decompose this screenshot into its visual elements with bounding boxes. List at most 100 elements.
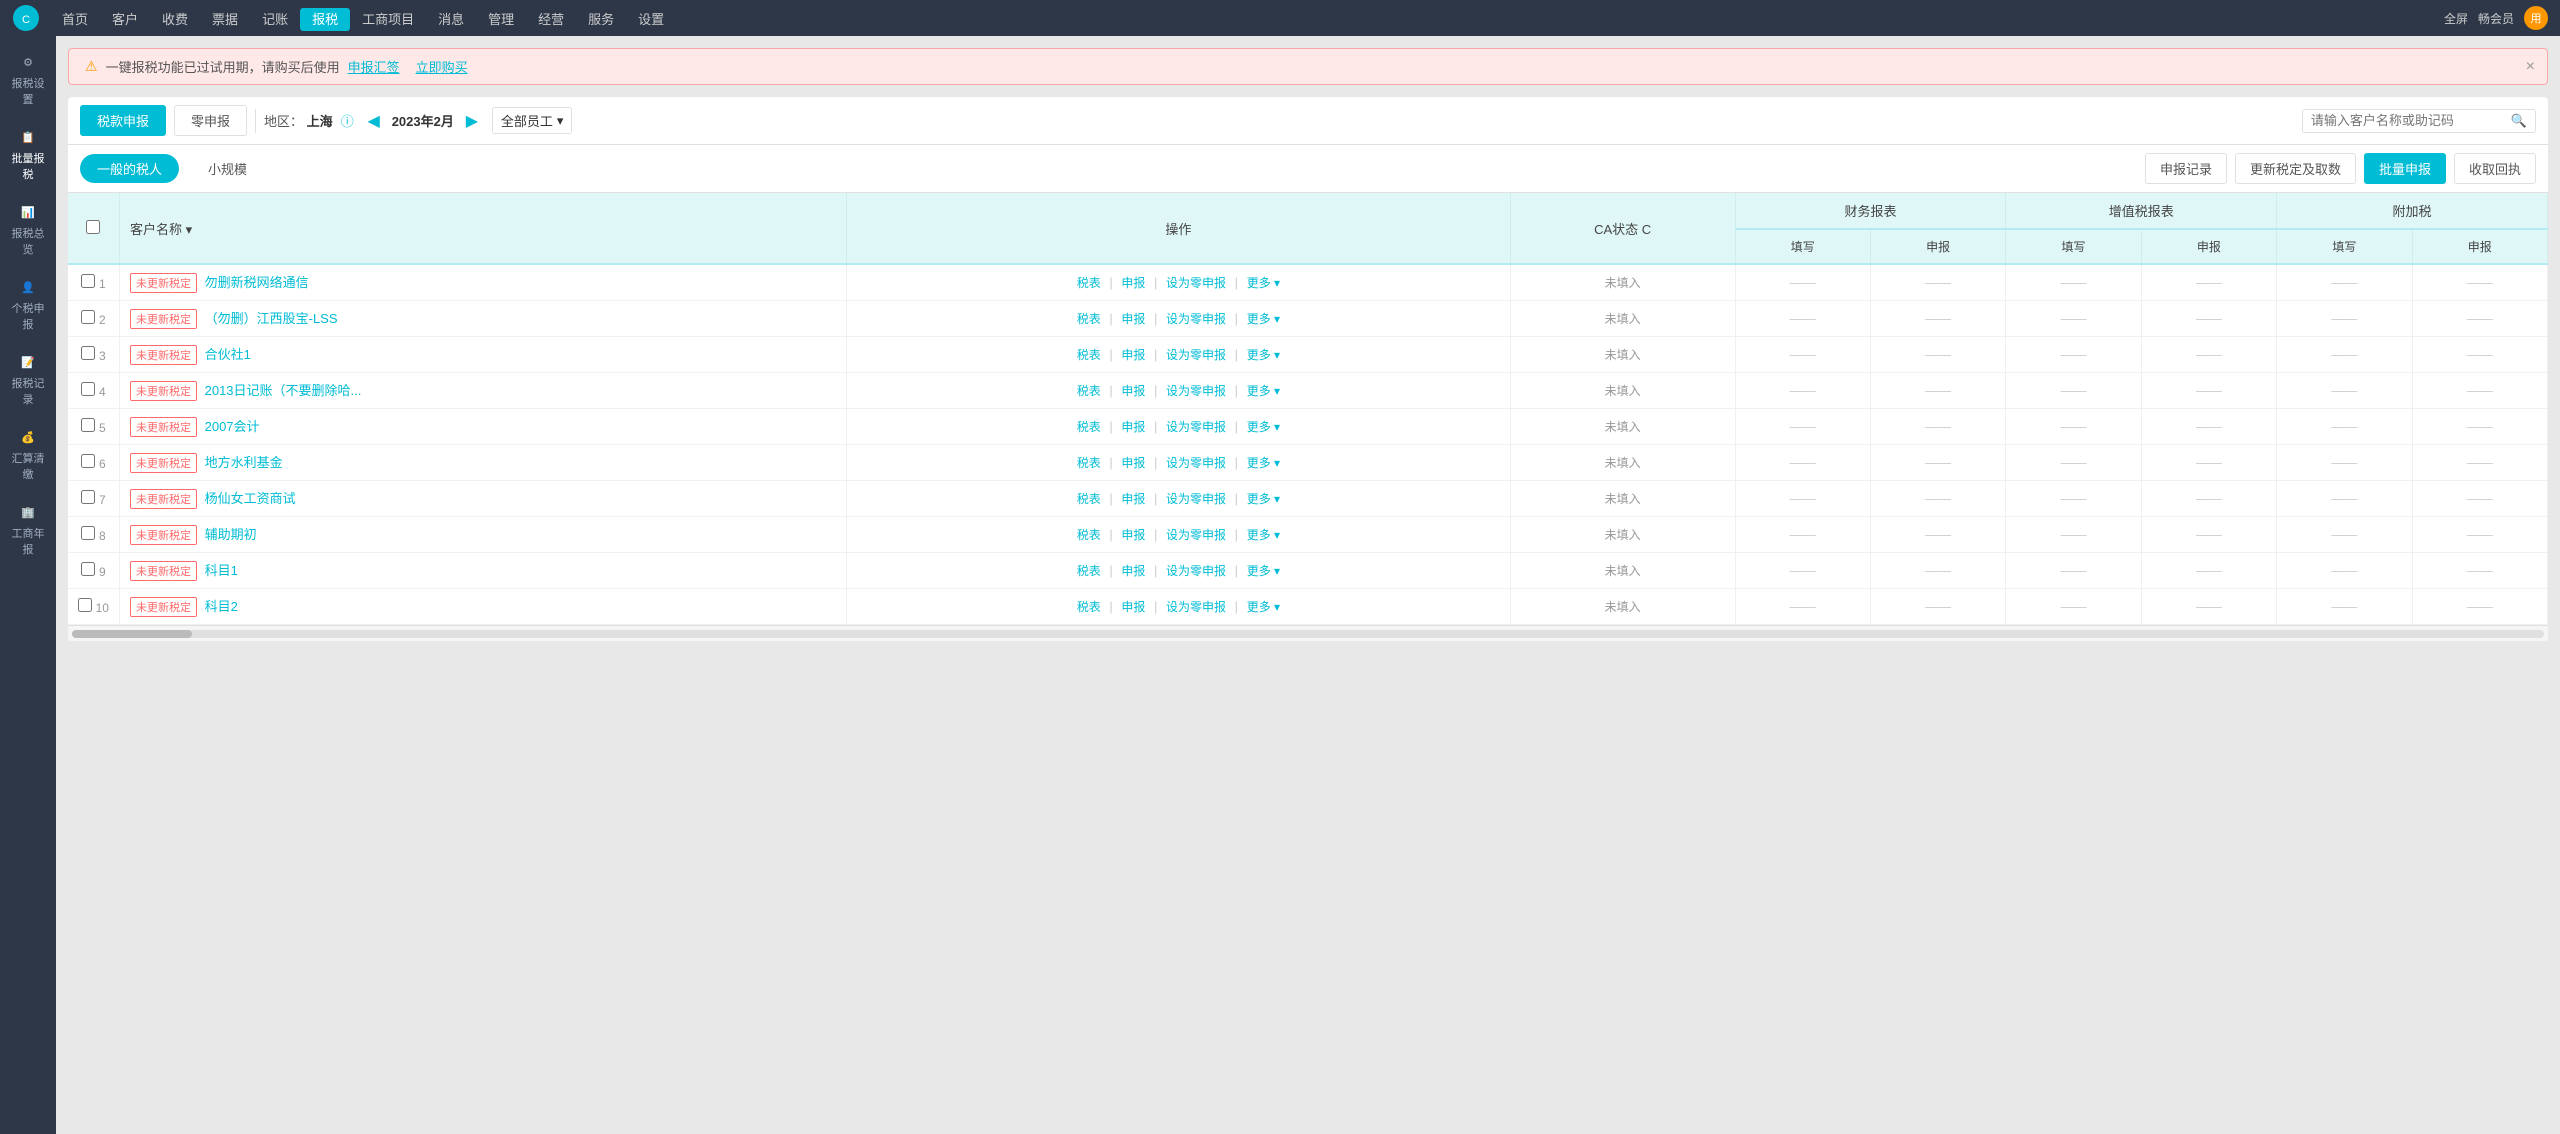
op-taxtable-1[interactable]: 税表: [1077, 276, 1101, 290]
op-more-2[interactable]: 更多 ▾: [1247, 312, 1280, 326]
sub-tab-general[interactable]: 一般的税人: [80, 154, 179, 183]
nav-item-服务[interactable]: 服务: [576, 8, 626, 31]
op-taxtable-9[interactable]: 税表: [1077, 564, 1101, 578]
op-setzero-9[interactable]: 设为零申报: [1166, 564, 1226, 578]
op-more-9[interactable]: 更多 ▾: [1247, 564, 1280, 578]
sidebar-item-0[interactable]: ⚙ 报税设置: [3, 44, 53, 115]
row-check-9[interactable]: [81, 562, 95, 576]
sub-tab-small[interactable]: 小规模: [191, 154, 264, 183]
client-name-1[interactable]: 勿删新税网络通信: [205, 275, 309, 290]
row-check-1[interactable]: [81, 274, 95, 288]
nav-item-报税[interactable]: 报税: [300, 8, 350, 31]
nav-item-管理[interactable]: 管理: [476, 8, 526, 31]
client-name-7[interactable]: 杨仙女工资商试: [205, 491, 296, 506]
op-setzero-4[interactable]: 设为零申报: [1166, 384, 1226, 398]
update-tax-btn[interactable]: 更新税定及取数: [2235, 153, 2356, 184]
op-report-5[interactable]: 申报: [1121, 420, 1145, 434]
sidebar-item-3[interactable]: 👤 个税申报: [3, 269, 53, 340]
op-setzero-8[interactable]: 设为零申报: [1166, 528, 1226, 542]
sidebar-item-4[interactable]: 📝 报税记录: [3, 344, 53, 415]
op-more-6[interactable]: 更多 ▾: [1247, 456, 1280, 470]
select-all-checkbox[interactable]: [86, 220, 100, 234]
op-report-10[interactable]: 申报: [1121, 600, 1145, 614]
row-check-2[interactable]: [81, 310, 95, 324]
search-input[interactable]: [2311, 113, 2511, 128]
op-report-8[interactable]: 申报: [1121, 528, 1145, 542]
op-more-1[interactable]: 更多 ▾: [1247, 276, 1280, 290]
op-taxtable-4[interactable]: 税表: [1077, 384, 1101, 398]
nav-item-设置[interactable]: 设置: [626, 8, 676, 31]
date-prev-btn[interactable]: ◀: [362, 109, 386, 133]
notice-close-btn[interactable]: ×: [2526, 58, 2535, 76]
client-name-10[interactable]: 科目2: [205, 599, 238, 614]
nav-item-经营[interactable]: 经营: [526, 8, 576, 31]
nav-item-工商项目[interactable]: 工商项目: [350, 8, 426, 31]
op-report-4[interactable]: 申报: [1121, 384, 1145, 398]
nav-item-票据[interactable]: 票据: [200, 8, 250, 31]
nav-item-消息[interactable]: 消息: [426, 8, 476, 31]
op-taxtable-8[interactable]: 税表: [1077, 528, 1101, 542]
op-taxtable-3[interactable]: 税表: [1077, 348, 1101, 362]
op-setzero-10[interactable]: 设为零申报: [1166, 600, 1226, 614]
op-report-3[interactable]: 申报: [1121, 348, 1145, 362]
tab-tax-declare[interactable]: 税款申报: [80, 105, 166, 136]
row-check-3[interactable]: [81, 346, 95, 360]
nav-item-收费[interactable]: 收费: [150, 8, 200, 31]
tab-zero-declare[interactable]: 零申报: [174, 105, 247, 136]
nav-item-首页[interactable]: 首页: [50, 8, 100, 31]
op-setzero-6[interactable]: 设为零申报: [1166, 456, 1226, 470]
client-name-4[interactable]: 2013日记账（不要删除哈...: [205, 383, 362, 398]
op-report-1[interactable]: 申报: [1121, 276, 1145, 290]
op-more-7[interactable]: 更多 ▾: [1247, 492, 1280, 506]
op-setzero-2[interactable]: 设为零申报: [1166, 312, 1226, 326]
client-name-6[interactable]: 地方水利基金: [205, 455, 283, 470]
client-name-5[interactable]: 2007会计: [205, 419, 260, 434]
client-name-8[interactable]: 辅助期初: [205, 527, 257, 542]
client-name-2[interactable]: （勿删）江西股宝-LSS: [205, 311, 338, 326]
sidebar-item-6[interactable]: 🏢 工商年报: [3, 494, 53, 565]
date-next-btn[interactable]: ▶: [460, 109, 484, 133]
client-name-3[interactable]: 合伙社1: [205, 347, 251, 362]
row-check-5[interactable]: [81, 418, 95, 432]
op-more-3[interactable]: 更多 ▾: [1247, 348, 1280, 362]
op-report-7[interactable]: 申报: [1121, 492, 1145, 506]
row-check-4[interactable]: [81, 382, 95, 396]
op-taxtable-5[interactable]: 税表: [1077, 420, 1101, 434]
op-setzero-1[interactable]: 设为零申报: [1166, 276, 1226, 290]
declare-record-btn[interactable]: 申报记录: [2145, 153, 2227, 184]
row-check-7[interactable]: [81, 490, 95, 504]
scroll-thumb[interactable]: [72, 630, 192, 638]
region-info-icon[interactable]: ⓘ: [341, 111, 354, 130]
op-more-5[interactable]: 更多 ▾: [1247, 420, 1280, 434]
sidebar-item-1[interactable]: 📋 批量报税: [3, 119, 53, 190]
op-taxtable-10[interactable]: 税表: [1077, 600, 1101, 614]
op-report-6[interactable]: 申报: [1121, 456, 1145, 470]
notice-link1[interactable]: 申报汇签: [348, 57, 400, 76]
op-taxtable-6[interactable]: 税表: [1077, 456, 1101, 470]
op-taxtable-2[interactable]: 税表: [1077, 312, 1101, 326]
row-check-6[interactable]: [81, 454, 95, 468]
batch-declare-btn[interactable]: 批量申报: [2364, 153, 2446, 184]
row-check-8[interactable]: [81, 526, 95, 540]
member-btn[interactable]: 畅会员: [2478, 10, 2514, 27]
op-taxtable-7[interactable]: 税表: [1077, 492, 1101, 506]
op-setzero-7[interactable]: 设为零申报: [1166, 492, 1226, 506]
notice-link2[interactable]: 立即购买: [416, 57, 468, 76]
avatar[interactable]: 用: [2524, 6, 2548, 30]
op-more-4[interactable]: 更多 ▾: [1247, 384, 1280, 398]
op-report-2[interactable]: 申报: [1121, 312, 1145, 326]
sidebar-item-2[interactable]: 📊 报税总览: [3, 194, 53, 265]
collect-receipt-btn[interactable]: 收取回执: [2454, 153, 2536, 184]
nav-item-记账[interactable]: 记账: [250, 8, 300, 31]
nav-item-客户[interactable]: 客户: [100, 8, 150, 31]
op-report-9[interactable]: 申报: [1121, 564, 1145, 578]
row-check-10[interactable]: [78, 598, 92, 612]
op-setzero-3[interactable]: 设为零申报: [1166, 348, 1226, 362]
op-more-8[interactable]: 更多 ▾: [1247, 528, 1280, 542]
search-icon[interactable]: 🔍: [2511, 113, 2527, 129]
fullscreen-btn[interactable]: 全屏: [2444, 10, 2468, 27]
op-more-10[interactable]: 更多 ▾: [1247, 600, 1280, 614]
client-name-9[interactable]: 科目1: [205, 563, 238, 578]
sidebar-item-5[interactable]: 💰 汇算清缴: [3, 419, 53, 490]
op-setzero-5[interactable]: 设为零申报: [1166, 420, 1226, 434]
